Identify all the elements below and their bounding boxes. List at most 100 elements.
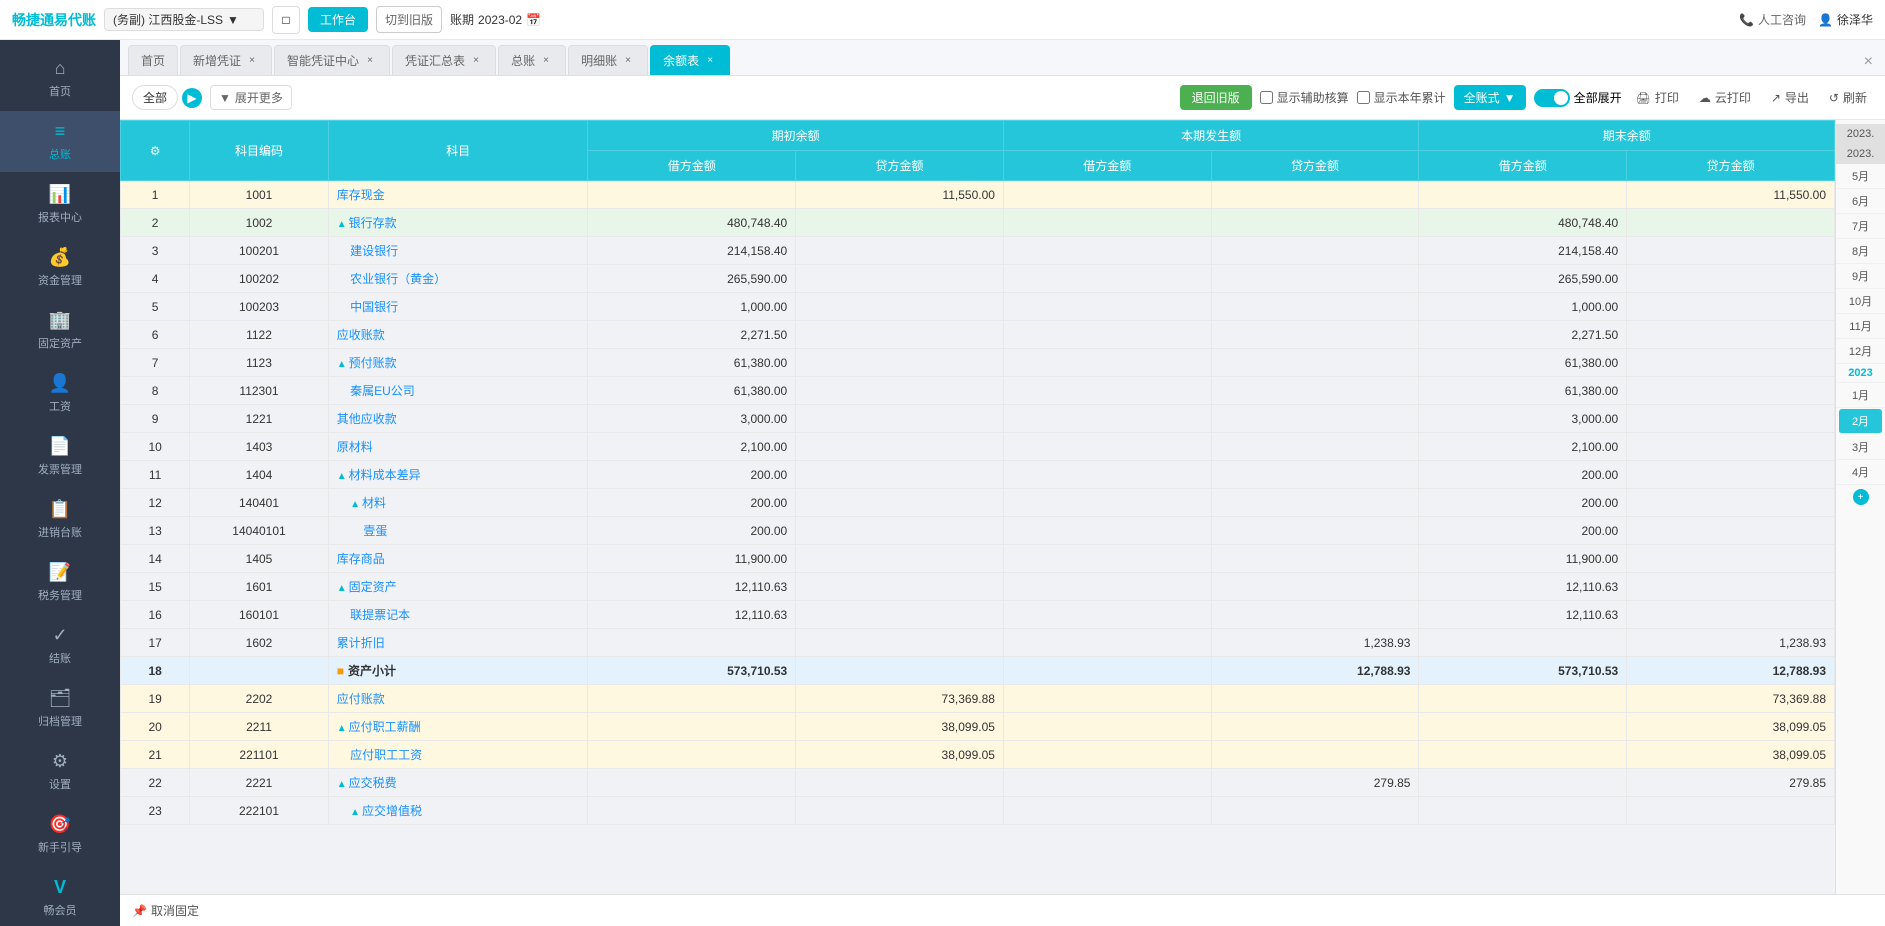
table-row[interactable]: 4100202 农业银行（黄金）265,590.00265,590.00 xyxy=(121,265,1835,293)
row-name[interactable]: 库存商品 xyxy=(328,545,588,573)
row-name[interactable]: 建设银行 xyxy=(328,237,588,265)
print-button[interactable]: 🖨 打印 xyxy=(1630,86,1685,109)
copy-button[interactable]: □ xyxy=(272,6,300,34)
table-row[interactable]: 1314040101 壹蛋200.00200.00 xyxy=(121,517,1835,545)
month-item-5[interactable]: 5月 xyxy=(1836,164,1885,189)
add-period-button[interactable]: + xyxy=(1853,489,1869,505)
th-settings[interactable]: ⚙ xyxy=(121,121,190,181)
table-row[interactable]: 12140401 ▲材料200.00200.00 xyxy=(121,489,1835,517)
sidebar-item-report[interactable]: 📊 报表中心 xyxy=(0,174,120,235)
unpin-button[interactable]: 📌 取消固定 xyxy=(132,902,199,919)
table-row[interactable]: 101403原材料2,100.002,100.00 xyxy=(121,433,1835,461)
show-ytd-input[interactable] xyxy=(1357,91,1370,104)
tab-voucher-summary[interactable]: 凭证汇总表 × xyxy=(392,45,496,75)
export-button[interactable]: ↗ 导出 xyxy=(1765,86,1815,109)
refresh-button[interactable]: ↺ 刷新 xyxy=(1823,86,1873,109)
row-name[interactable]: ▲应交税费 xyxy=(328,769,588,797)
table-row[interactable]: 21002▲银行存款480,748.40480,748.40 xyxy=(121,209,1835,237)
tab-close-new-voucher[interactable]: × xyxy=(245,54,259,68)
show-aux-checkbox[interactable]: 显示辅助核算 xyxy=(1260,89,1349,106)
sidebar-item-home[interactable]: ⌂ 首页 xyxy=(0,48,120,109)
month-item-9[interactable]: 9月 xyxy=(1836,264,1885,289)
sidebar-item-vip[interactable]: V 畅会员 xyxy=(0,867,120,926)
month-item-6[interactable]: 6月 xyxy=(1836,189,1885,214)
row-name[interactable]: ▲固定资产 xyxy=(328,573,588,601)
company-selector[interactable]: (务副) 江西股金-LSS ▼ xyxy=(104,8,264,31)
table-row[interactable]: 111404▲材料成本差异200.00200.00 xyxy=(121,461,1835,489)
show-aux-input[interactable] xyxy=(1260,91,1273,104)
tab-detail-ledger[interactable]: 明细账 × xyxy=(568,45,648,75)
table-row[interactable]: 222221▲应交税费279.85279.85 xyxy=(121,769,1835,797)
sidebar-item-settings[interactable]: ⚙ 设置 xyxy=(0,741,120,802)
sidebar-item-salary[interactable]: 👤 工资 xyxy=(0,363,120,424)
row-name[interactable]: 壹蛋 xyxy=(328,517,588,545)
table-row[interactable]: 5100203 中国银行1,000.001,000.00 xyxy=(121,293,1835,321)
toggle-switch[interactable] xyxy=(1534,89,1570,107)
expand-more-button[interactable]: ▼ 展开更多 xyxy=(210,85,292,110)
sidebar-item-purchase[interactable]: 📋 进销台账 xyxy=(0,489,120,550)
table-row[interactable]: 18■资产小计573,710.5312,788.93573,710.5312,7… xyxy=(121,657,1835,685)
table-row[interactable]: 23222101 ▲应交增值税 xyxy=(121,797,1835,825)
consult-button[interactable]: 📞 人工咨询 xyxy=(1739,11,1806,28)
tab-close-voucher-summary[interactable]: × xyxy=(469,54,483,68)
sidebar-item-capital[interactable]: 💰 资金管理 xyxy=(0,237,120,298)
sidebar-item-fixed-asset[interactable]: 🏢 固定资产 xyxy=(0,300,120,361)
tab-ledger[interactable]: 总账 × xyxy=(498,45,566,75)
month-item-11[interactable]: 11月 xyxy=(1836,314,1885,339)
month-item-10[interactable]: 10月 xyxy=(1836,289,1885,314)
sidebar-item-archive[interactable]: 🗂 归档管理 xyxy=(0,678,120,739)
sidebar-item-settlement[interactable]: ✓ 结账 xyxy=(0,615,120,676)
table-row[interactable]: 3100201 建设银行214,158.40214,158.40 xyxy=(121,237,1835,265)
row-name[interactable]: 应付职工工资 xyxy=(328,741,588,769)
calendar-icon[interactable]: 📅 xyxy=(526,13,541,27)
row-name[interactable]: 累计折旧 xyxy=(328,629,588,657)
month-item-8[interactable]: 8月 xyxy=(1836,239,1885,264)
tab-close-balance-sheet[interactable]: × xyxy=(703,54,717,68)
row-name[interactable]: ▲应交增值税 xyxy=(328,797,588,825)
table-row[interactable]: 91221其他应收款3,000.003,000.00 xyxy=(121,405,1835,433)
year-item-2023[interactable]: 2023 xyxy=(1836,364,1885,383)
table-row[interactable]: 141405库存商品11,900.0011,900.00 xyxy=(121,545,1835,573)
sidebar-item-invoice[interactable]: 📄 发票管理 xyxy=(0,426,120,487)
row-name[interactable]: 秦属EU公司 xyxy=(328,377,588,405)
tab-close-detail-ledger[interactable]: × xyxy=(621,54,635,68)
month-item-3[interactable]: 3月 xyxy=(1836,435,1885,460)
tab-bar-close-button[interactable]: × xyxy=(1860,49,1877,75)
row-name[interactable]: ▲预付账款 xyxy=(328,349,588,377)
filter-arrow-button[interactable]: ▶ xyxy=(182,88,202,108)
row-name[interactable]: ▲应付职工薪酬 xyxy=(328,713,588,741)
table-row[interactable]: 171602累计折旧1,238.931,238.93 xyxy=(121,629,1835,657)
month-item-7[interactable]: 7月 xyxy=(1836,214,1885,239)
table-row[interactable]: 8112301 秦属EU公司61,380.0061,380.00 xyxy=(121,377,1835,405)
show-ytd-checkbox[interactable]: 显示本年累计 xyxy=(1357,89,1446,106)
table-row[interactable]: 151601▲固定资产12,110.6312,110.63 xyxy=(121,573,1835,601)
tab-close-smart-center[interactable]: × xyxy=(363,54,377,68)
row-name[interactable]: 农业银行（黄金） xyxy=(328,265,588,293)
workbench-button[interactable]: 工作台 xyxy=(308,7,368,32)
table-container[interactable]: ⚙ 科目编码 科目 期初余额 本期发生额 期末余额 借方金额 贷方金额 借方金额… xyxy=(120,120,1835,894)
filter-all-button[interactable]: 全部 xyxy=(132,85,178,110)
row-name[interactable]: ▲材料 xyxy=(328,489,588,517)
tab-balance-sheet[interactable]: 余额表 × xyxy=(650,45,730,75)
row-name[interactable]: 其他应收款 xyxy=(328,405,588,433)
table-row[interactable]: 16160101 联提票记本12,110.6312,110.63 xyxy=(121,601,1835,629)
row-name[interactable]: ▲材料成本差异 xyxy=(328,461,588,489)
row-name[interactable]: ▲银行存款 xyxy=(328,209,588,237)
user-info[interactable]: 👤 徐泽华 xyxy=(1818,11,1873,28)
back-to-old-button[interactable]: 退回旧版 xyxy=(1180,85,1252,110)
row-name[interactable]: 联提票记本 xyxy=(328,601,588,629)
switch-version-button[interactable]: 切到旧版 xyxy=(376,6,442,33)
month-item-2[interactable]: 2月 xyxy=(1839,409,1882,434)
table-row[interactable]: 192202应付账款73,369.8873,369.88 xyxy=(121,685,1835,713)
row-name[interactable]: 库存现金 xyxy=(328,181,588,209)
format-button[interactable]: 全账式 ▼ xyxy=(1454,85,1526,110)
month-item-1[interactable]: 1月 xyxy=(1836,383,1885,408)
table-row[interactable]: 61122应收账款2,271.502,271.50 xyxy=(121,321,1835,349)
month-item-12[interactable]: 12月 xyxy=(1836,339,1885,364)
sidebar-item-tax[interactable]: 📝 税务管理 xyxy=(0,552,120,613)
table-row[interactable]: 202211▲应付职工薪酬38,099.0538,099.05 xyxy=(121,713,1835,741)
cloud-print-button[interactable]: ☁ 云打印 xyxy=(1693,86,1757,109)
row-name[interactable]: 中国银行 xyxy=(328,293,588,321)
table-row[interactable]: 21221101 应付职工工资38,099.0538,099.05 xyxy=(121,741,1835,769)
sidebar-item-ledger[interactable]: ≡ 总账 xyxy=(0,111,120,172)
